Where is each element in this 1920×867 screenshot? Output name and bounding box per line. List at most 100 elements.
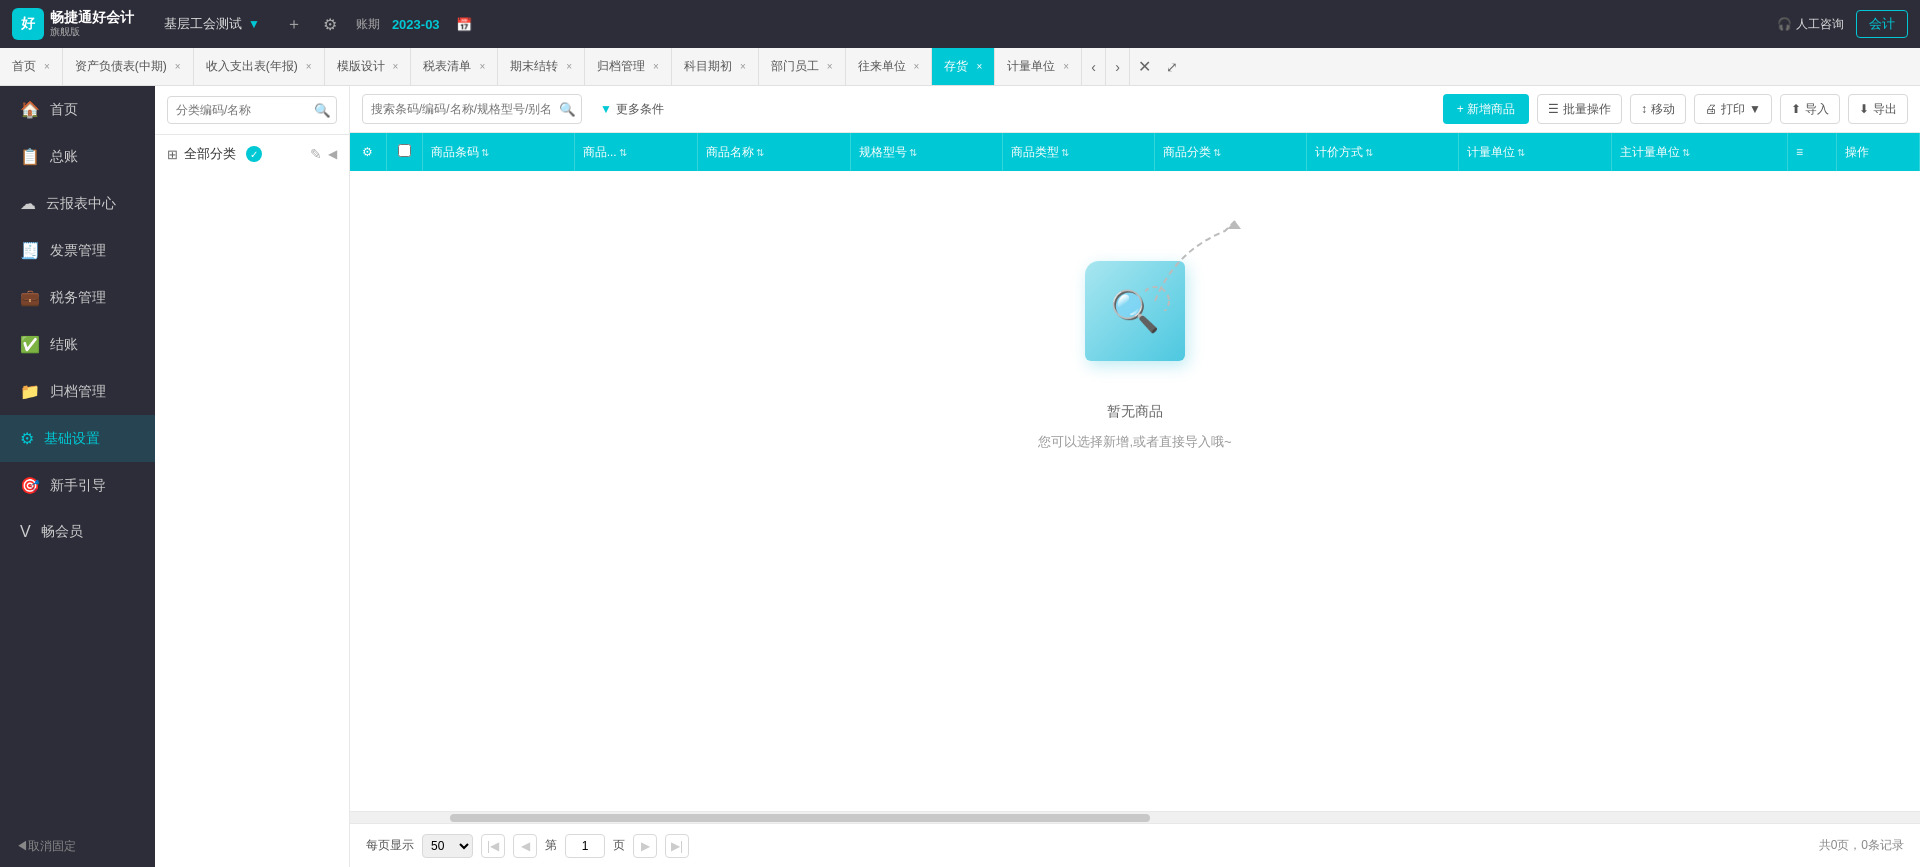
tab-period-close[interactable]: × xyxy=(566,61,572,72)
tab-income-close[interactable]: × xyxy=(306,61,312,72)
logo-area: 好 畅捷通好会计 旗舰版 xyxy=(12,8,152,40)
sort-barcode-icon[interactable]: ⇅ xyxy=(481,147,489,158)
tab-balance-label: 资产负债表(中期) xyxy=(75,58,167,75)
th-spec[interactable]: 规格型号⇅ xyxy=(850,133,1002,171)
tab-partner-close[interactable]: × xyxy=(914,61,920,72)
sort-unit-icon[interactable]: ⇅ xyxy=(1517,147,1525,158)
search-icon-button[interactable]: 🔍 xyxy=(559,102,576,117)
tab-balance[interactable]: 资产负债表(中期) × xyxy=(63,48,194,86)
select-all-checkbox[interactable] xyxy=(398,144,411,157)
move-button[interactable]: ↕ 移动 xyxy=(1630,94,1686,124)
sort-spec-icon[interactable]: ⇅ xyxy=(909,147,917,158)
tab-subject-close[interactable]: × xyxy=(740,61,746,72)
th-barcode[interactable]: 商品条码⇅ xyxy=(422,133,574,171)
category-edit-icon[interactable]: ✎ xyxy=(310,146,322,162)
import-button[interactable]: ⬆ 导入 xyxy=(1780,94,1840,124)
add-button[interactable]: ＋ xyxy=(280,10,308,38)
sidebar-item-home[interactable]: 🏠 首页 xyxy=(0,86,155,133)
account-button[interactable]: 会计 xyxy=(1856,10,1908,38)
sort-price-icon[interactable]: ⇅ xyxy=(1365,147,1373,158)
tab-tax-label: 税表清单 xyxy=(423,58,471,75)
per-page-select[interactable]: 50 100 200 xyxy=(422,834,473,858)
sidebar-tax-label: 税务管理 xyxy=(50,289,106,307)
prev-page-button[interactable]: ◀ xyxy=(513,834,537,858)
tab-period[interactable]: 期末结转 × xyxy=(498,48,585,86)
tab-next-button[interactable]: › xyxy=(1106,48,1130,86)
sidebar-item-guide[interactable]: 🎯 新手引导 xyxy=(0,462,155,509)
tab-home-label: 首页 xyxy=(12,58,36,75)
category-search-button[interactable]: 🔍 xyxy=(314,103,331,118)
tab-unit-close[interactable]: × xyxy=(1063,61,1069,72)
settings-icon[interactable]: ⚙ xyxy=(316,10,344,38)
calendar-icon[interactable]: 📅 xyxy=(456,17,472,32)
sidebar-item-member[interactable]: V 畅会员 xyxy=(0,509,155,555)
tab-template-close[interactable]: × xyxy=(393,61,399,72)
tab-close-all-button[interactable]: ✕ xyxy=(1130,48,1158,86)
tab-subject[interactable]: 科目期初 × xyxy=(672,48,759,86)
sidebar-item-report[interactable]: ☁ 云报表中心 xyxy=(0,180,155,227)
close-books-icon: ✅ xyxy=(20,335,40,354)
sort-type-icon[interactable]: ⇅ xyxy=(1061,147,1069,158)
tab-archive[interactable]: 归档管理 × xyxy=(585,48,672,86)
more-filter-button[interactable]: ▼ 更多条件 xyxy=(590,94,674,124)
th-price-mode[interactable]: 计价方式⇅ xyxy=(1307,133,1459,171)
th-main-unit[interactable]: 主计量单位⇅ xyxy=(1611,133,1788,171)
tab-inventory[interactable]: 存货 × xyxy=(932,48,995,86)
tab-inventory-close[interactable]: × xyxy=(976,61,982,72)
sort-code-icon[interactable]: ⇅ xyxy=(619,147,627,158)
first-page-button[interactable]: |◀ xyxy=(481,834,505,858)
next-page-button[interactable]: ▶ xyxy=(633,834,657,858)
tab-home-close[interactable]: × xyxy=(44,61,50,72)
tab-unit[interactable]: 计量单位 × xyxy=(995,48,1082,86)
tab-expand-button[interactable]: ⤢ xyxy=(1158,48,1186,86)
tab-dept[interactable]: 部门员工 × xyxy=(759,48,846,86)
tab-tax-close[interactable]: × xyxy=(479,61,485,72)
sidebar-item-close[interactable]: ✅ 结账 xyxy=(0,321,155,368)
left-panel: 🔍 ⊞ 全部分类 ✓ ✎ ◀ xyxy=(155,86,350,867)
print-button[interactable]: 🖨 打印 ▼ xyxy=(1694,94,1772,124)
company-selector[interactable]: 基层工会测试 ▼ xyxy=(164,15,260,33)
tab-balance-close[interactable]: × xyxy=(175,61,181,72)
sort-munit-icon[interactable]: ⇅ xyxy=(1682,147,1690,158)
tab-template[interactable]: 模版设计 × xyxy=(325,48,412,86)
sidebar-unpin[interactable]: ◀取消固定 xyxy=(0,826,155,867)
th-settings[interactable]: ⚙ xyxy=(350,133,386,171)
sidebar-close-label: 结账 xyxy=(50,336,78,354)
sort-cat-icon[interactable]: ⇅ xyxy=(1213,147,1221,158)
last-page-button[interactable]: ▶| xyxy=(665,834,689,858)
th-more[interactable]: ≡ xyxy=(1788,133,1837,171)
tab-prev-button[interactable]: ‹ xyxy=(1082,48,1106,86)
sort-name-icon[interactable]: ⇅ xyxy=(756,147,764,158)
tab-dept-close[interactable]: × xyxy=(827,61,833,72)
tab-template-label: 模版设计 xyxy=(337,58,385,75)
th-category[interactable]: 商品分类⇅ xyxy=(1154,133,1306,171)
consult-button[interactable]: 🎧 人工咨询 xyxy=(1777,16,1844,33)
th-checkbox[interactable] xyxy=(386,133,422,171)
tab-income[interactable]: 收入支出表(年报) × xyxy=(194,48,325,86)
tab-home[interactable]: 首页 × xyxy=(0,48,63,86)
move-icon: ↕ xyxy=(1641,102,1647,116)
tab-partner[interactable]: 往来单位 × xyxy=(846,48,933,86)
category-search-input[interactable] xyxy=(167,96,337,124)
page-input[interactable] xyxy=(565,834,605,858)
tab-inventory-label: 存货 xyxy=(944,58,968,75)
sidebar-item-invoice[interactable]: 🧾 发票管理 xyxy=(0,227,155,274)
batch-ops-button[interactable]: ☰ 批量操作 xyxy=(1537,94,1622,124)
th-price-mode-label: 计价方式 xyxy=(1315,145,1363,159)
add-product-button[interactable]: + 新增商品 xyxy=(1443,94,1529,124)
sidebar-item-tax[interactable]: 💼 税务管理 xyxy=(0,274,155,321)
tab-tax[interactable]: 税表清单 × xyxy=(411,48,498,86)
scrollbar-thumb[interactable] xyxy=(450,814,1150,822)
export-button[interactable]: ⬇ 导出 xyxy=(1848,94,1908,124)
th-name[interactable]: 商品名称⇅ xyxy=(698,133,850,171)
th-code[interactable]: 商品...⇅ xyxy=(574,133,698,171)
sidebar-item-ledger[interactable]: 📋 总账 xyxy=(0,133,155,180)
table-scrollbar[interactable] xyxy=(350,811,1920,823)
sidebar-item-archive[interactable]: 📁 归档管理 xyxy=(0,368,155,415)
all-category-item[interactable]: ⊞ 全部分类 ✓ ✎ ◀ xyxy=(155,135,349,173)
th-unit[interactable]: 计量单位⇅ xyxy=(1459,133,1611,171)
tab-archive-close[interactable]: × xyxy=(653,61,659,72)
search-input[interactable] xyxy=(362,94,582,124)
sidebar-item-basic[interactable]: ⚙ 基础设置 xyxy=(0,415,155,462)
th-type[interactable]: 商品类型⇅ xyxy=(1002,133,1154,171)
